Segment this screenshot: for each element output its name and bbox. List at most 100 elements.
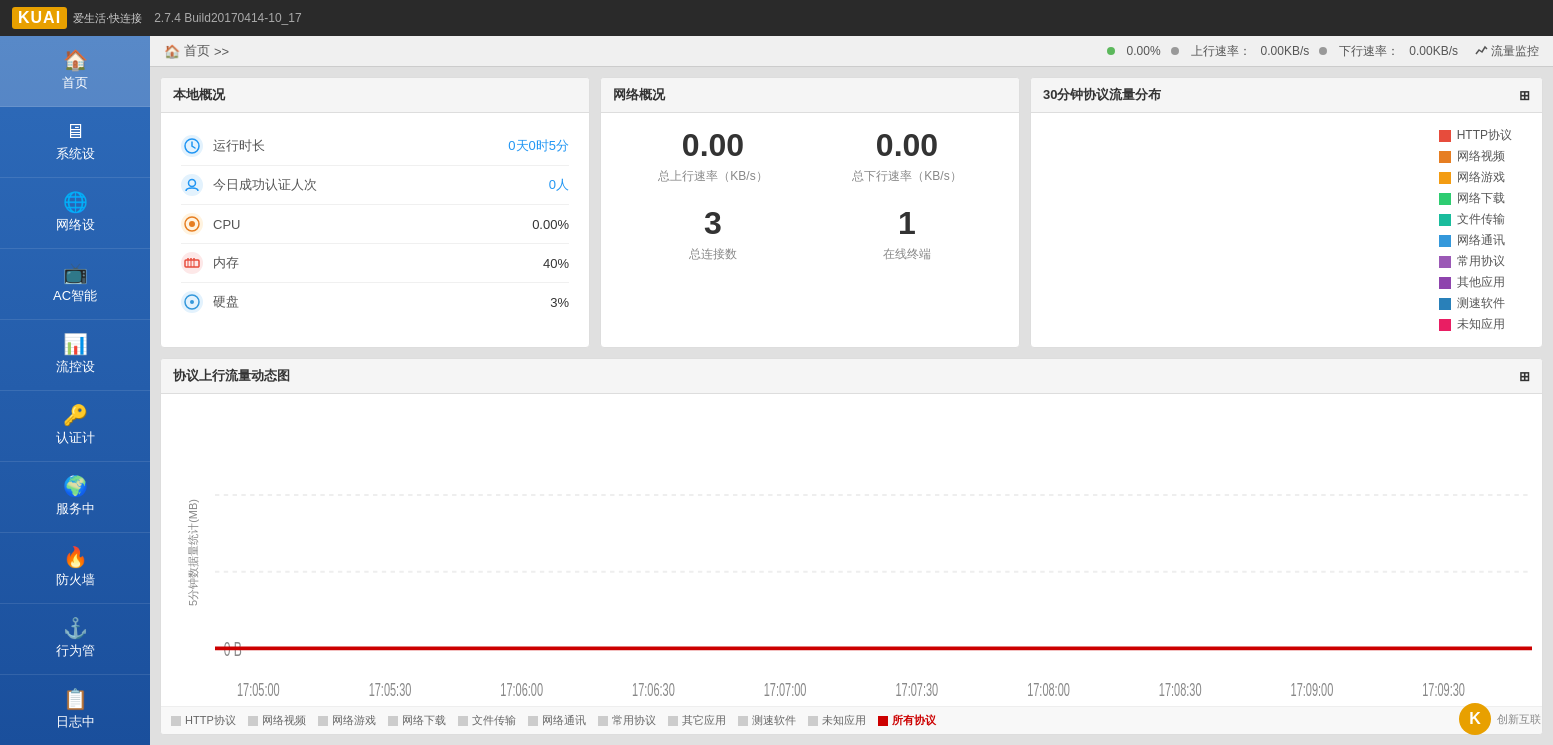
legend-label-download: 网络下载 [1457, 190, 1505, 207]
download-dot [1319, 47, 1327, 55]
chart-legend-all: 所有协议 [878, 713, 936, 728]
legend-unknown: 未知应用 [1439, 316, 1512, 333]
chart-legend-netcomm: 网络通讯 [528, 713, 586, 728]
sidebar-item-flow-control[interactable]: 📊 流控设 [0, 320, 150, 391]
sidebar-item-service[interactable]: 🌍 服务中 [0, 462, 150, 533]
legend-label-video: 网络视频 [1457, 148, 1505, 165]
auth-label: 今日成功认证人次 [213, 176, 539, 194]
chart-title-text: 协议上行流量动态图 [173, 367, 290, 385]
chart-legend-download: 网络下载 [388, 713, 446, 728]
top-bar: KUAI 爱生活·快连接 2.7.4 Build20170414-10_17 [0, 0, 1553, 36]
legend-dot-http [1439, 130, 1451, 142]
sidebar-label-home: 首页 [62, 74, 88, 92]
chart-legend-bar: HTTP协议 网络视频 网络游戏 网络下载 文件传输 [161, 706, 1542, 734]
build-info: 2.7.4 Build20170414-10_17 [154, 11, 301, 25]
chart-legend-video: 网络视频 [248, 713, 306, 728]
sidebar-item-auth[interactable]: 🔑 认证计 [0, 391, 150, 462]
svg-text:17:05:00: 17:05:00 [237, 679, 280, 700]
chart-legend-dot-unknown [808, 716, 818, 726]
connections-value: 3 [621, 205, 805, 242]
chart-legend-common: 常用协议 [598, 713, 656, 728]
content-area: 🏠 首页 >> 0.00% 上行速率： 0.00KB/s 下行速率： 0.00K… [150, 36, 1553, 745]
logo-box: KUAI [12, 7, 67, 29]
download-label: 下行速率： [1339, 43, 1399, 60]
chart-expand-icon[interactable]: ⊞ [1519, 369, 1530, 384]
svg-text:17:07:00: 17:07:00 [764, 679, 807, 700]
stat-row-disk: 硬盘 3% [181, 283, 569, 321]
stat-row-cpu: CPU 0.00% [181, 205, 569, 244]
stat-row-memory: 内存 40% [181, 244, 569, 283]
local-card-title: 本地概况 [161, 78, 589, 113]
chart-legend-label-unknown: 未知应用 [822, 713, 866, 728]
sidebar-item-firewall[interactable]: 🔥 防火墙 [0, 533, 150, 604]
sidebar-item-ac-smart[interactable]: 📺 AC智能 [0, 249, 150, 320]
sidebar-label-service: 服务中 [56, 500, 95, 518]
svg-text:17:08:00: 17:08:00 [1027, 679, 1070, 700]
network-overview-card: 网络概况 0.00 总上行速率（KB/s） 0.00 总下行速率（KB/s） 3… [600, 77, 1020, 348]
firewall-icon: 🔥 [63, 547, 88, 567]
chart-legend-dot-netcomm [528, 716, 538, 726]
sidebar-item-home[interactable]: 🏠 首页 [0, 36, 150, 107]
legend-netcomm: 网络通讯 [1439, 232, 1512, 249]
sidebar-label-log: 日志中 [56, 713, 95, 731]
disk-label: 硬盘 [213, 293, 540, 311]
expand-icon[interactable]: ⊞ [1519, 88, 1530, 103]
upload-rate-block: 0.00 总上行速率（KB/s） [621, 127, 805, 185]
breadcrumb-separator: >> [214, 44, 229, 59]
logo-sub: 爱生活·快连接 [73, 11, 142, 26]
main-layout: 🏠 首页 🖥 系统设 🌐 网络设 📺 AC智能 📊 流控设 🔑 认证计 🌍 服务… [0, 36, 1553, 745]
sidebar-item-behavior[interactable]: ⚓ 行为管 [0, 604, 150, 675]
chart-legend-label-other: 其它应用 [682, 713, 726, 728]
local-card-body: 运行时长 0天0时5分 今日成功认证人次 0人 [161, 113, 589, 335]
bottom-logo-area: K 创新互联 [1459, 703, 1541, 735]
chart-legend-dot-other [668, 716, 678, 726]
legend-common: 常用协议 [1439, 253, 1512, 270]
legend-http: HTTP协议 [1439, 127, 1512, 144]
chart-svg: 0 B 17:05:00 17:05:30 17:06:00 17:06:30 … [215, 399, 1532, 706]
home-breadcrumb-icon: 🏠 [164, 44, 180, 59]
svg-point-3 [189, 221, 195, 227]
download-rate-value: 0.00 [815, 127, 999, 164]
sidebar-item-log[interactable]: 📋 日志中 [0, 675, 150, 745]
legend-label-speedtest: 测速软件 [1457, 295, 1505, 312]
monitor-icon: 🖥 [65, 121, 85, 141]
legend-other: 其他应用 [1439, 274, 1512, 291]
sidebar-label-flow: 流控设 [56, 358, 95, 376]
connections-block: 3 总连接数 [621, 205, 805, 263]
legend-label-common: 常用协议 [1457, 253, 1505, 270]
network-card-body: 0.00 总上行速率（KB/s） 0.00 总下行速率（KB/s） 3 总连接数… [601, 113, 1019, 277]
cpu-value: 0.00% [532, 217, 569, 232]
chart-legend-dot-all [878, 716, 888, 726]
chart-legend-game: 网络游戏 [318, 713, 376, 728]
uptime-label: 运行时长 [213, 137, 498, 155]
chuangxin-logo: K [1459, 703, 1491, 735]
traffic-monitor-link[interactable]: 流量监控 [1474, 43, 1539, 60]
logo-area: KUAI 爱生活·快连接 2.7.4 Build20170414-10_17 [12, 7, 302, 29]
legend-video: 网络视频 [1439, 148, 1512, 165]
home-icon: 🏠 [63, 50, 88, 70]
tv-icon: 📺 [63, 263, 88, 283]
stat-row-auth: 今日成功认证人次 0人 [181, 166, 569, 205]
breadcrumb-home[interactable]: 首页 [184, 42, 210, 60]
chart-legend-dot-filetransfer [458, 716, 468, 726]
cpu-label: CPU [213, 217, 522, 232]
svg-point-1 [189, 180, 196, 187]
download-rate-block: 0.00 总下行速率（KB/s） [815, 127, 999, 185]
chart-legend-filetransfer: 文件传输 [458, 713, 516, 728]
svg-text:17:06:00: 17:06:00 [500, 679, 543, 700]
sidebar-item-system-settings[interactable]: 🖥 系统设 [0, 107, 150, 178]
breadcrumb-left: 🏠 首页 >> [164, 42, 229, 60]
chart-legend-label-video: 网络视频 [262, 713, 306, 728]
sidebar-item-network-settings[interactable]: 🌐 网络设 [0, 178, 150, 249]
legend-dot-download [1439, 193, 1451, 205]
log-icon: 📋 [63, 689, 88, 709]
traffic-chart-section: 协议上行流量动态图 ⊞ 5分钟数据量统计(MB) [160, 358, 1543, 735]
disk-icon [181, 291, 203, 313]
chart-legend-label-download: 网络下载 [402, 713, 446, 728]
cpu-icon [181, 213, 203, 235]
download-value: 0.00KB/s [1409, 44, 1458, 58]
sidebar-label-network: 网络设 [56, 216, 95, 234]
legend-label-other: 其他应用 [1457, 274, 1505, 291]
upload-value: 0.00KB/s [1261, 44, 1310, 58]
sidebar-label-behavior: 行为管 [56, 642, 95, 660]
